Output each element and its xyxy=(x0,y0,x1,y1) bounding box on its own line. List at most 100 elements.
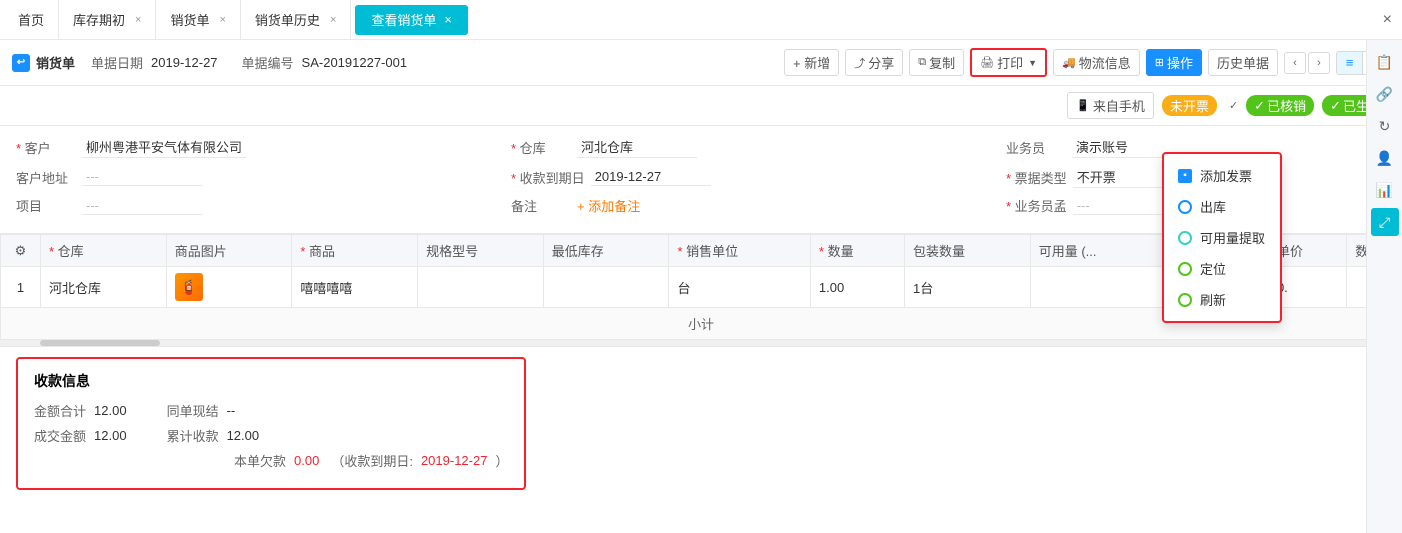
warehouse-field: 仓库 河北仓库 xyxy=(511,136,986,158)
checked-badge: ✓ 已核销 xyxy=(1246,95,1314,116)
cumulative-label: 累计收款 xyxy=(167,426,219,445)
col-product: 商品 xyxy=(292,235,418,267)
no-value: SA-20191227-001 xyxy=(302,55,408,70)
next-button[interactable]: › xyxy=(1308,52,1330,74)
doc-title-text: 销货单 xyxy=(36,53,75,72)
balance-label: 本单欠款 xyxy=(234,451,286,470)
cumulative-field: 累计收款 12.00 xyxy=(167,426,260,445)
prev-button[interactable]: ‹ xyxy=(1284,52,1306,74)
total-amount-field: 金额合计 12.00 xyxy=(34,401,127,420)
logistics-button[interactable]: 🚚 物流信息 xyxy=(1053,49,1140,76)
dropdown-locate[interactable]: 定位 xyxy=(1164,253,1280,284)
row-pkg-qty: 1台 xyxy=(905,267,1031,308)
col-warehouse: 仓库 xyxy=(41,235,167,267)
same-order-label: 同单现结 xyxy=(167,401,219,420)
same-order-value: -- xyxy=(227,403,236,418)
sidebar-copy-icon[interactable]: 📋 xyxy=(1371,48,1399,76)
ticket-type-label: 票据类型 xyxy=(1006,168,1067,187)
bottom-panel: 收款信息 金额合计 12.00 同单现结 -- 成交金额 12.00 累计收款 xyxy=(0,347,1402,500)
note-label: 备注 xyxy=(511,196,571,215)
operations-button[interactable]: ⊞ 操作 xyxy=(1146,49,1202,76)
row-min-stock xyxy=(543,267,669,308)
project-value[interactable]: --- xyxy=(82,197,202,215)
col-pkg-qty: 包装数量 xyxy=(905,235,1031,267)
receipt-row-3: 本单欠款 0.00 （收款到期日: 2019-12-27 ） xyxy=(34,451,508,470)
balance-value: 0.00 xyxy=(294,453,319,468)
project-field: 项目 --- xyxy=(16,196,491,215)
warehouse-out-icon xyxy=(1178,200,1192,214)
warehouse-value[interactable]: 河北仓库 xyxy=(577,136,697,158)
table-scrollbar[interactable] xyxy=(0,340,1402,346)
warehouse-label: 仓库 xyxy=(511,138,571,157)
tab-sales-order[interactable]: 销货单 × xyxy=(156,0,240,40)
col-settings[interactable]: ⚙ xyxy=(1,235,41,267)
toolbar-right: + 新增 ⤴ 分享 ⧉ 复制 🖨 打印 ▼ 🚚 物流信息 ⊞ 操作 xyxy=(784,48,1390,77)
add-note-btn[interactable]: + 添加备注 xyxy=(577,196,640,215)
dropdown-available-extract[interactable]: 可用量提取 xyxy=(1164,222,1280,253)
tab-sales-history[interactable]: 销货单历史 × xyxy=(241,0,351,40)
project-label: 项目 xyxy=(16,196,76,215)
customer-value[interactable]: 柳州粤港平安气体有限公司 xyxy=(82,136,246,158)
share-button[interactable]: ⤴ 分享 xyxy=(845,49,903,76)
dropdown-refresh[interactable]: 刷新 xyxy=(1164,284,1280,315)
payment-date-value[interactable]: 2019-12-27 xyxy=(591,168,711,186)
payment-date-label: 收款到期日 xyxy=(511,168,585,187)
sidebar-chart-icon[interactable]: 📊 xyxy=(1371,176,1399,204)
add-button[interactable]: + 新增 xyxy=(784,49,839,76)
same-order-field: 同单现结 -- xyxy=(167,401,236,420)
sidebar-link-icon[interactable]: 🔗 xyxy=(1371,80,1399,108)
doc-title-icon: ↩ xyxy=(12,54,30,72)
doc-title: ↩ 销货单 xyxy=(12,53,75,72)
close-tab-sales-history[interactable]: × xyxy=(330,14,336,26)
scrollbar-thumb[interactable] xyxy=(40,340,160,346)
date-value: 2019-12-27 xyxy=(151,55,218,70)
right-sidebar: 📋 🔗 ↻ 👤 📊 ⤢ xyxy=(1366,40,1402,533)
tab-inventory-init[interactable]: 库存期初 × xyxy=(59,0,156,40)
locate-icon xyxy=(1178,262,1192,276)
available-extract-icon xyxy=(1178,231,1192,245)
address-field: 客户地址 --- xyxy=(16,168,491,187)
row-warehouse: 河北仓库 xyxy=(41,267,167,308)
dropdown-add-invoice[interactable]: ▪ 添加发票 xyxy=(1164,160,1280,191)
sidebar-user-icon[interactable]: 👤 xyxy=(1371,144,1399,172)
customer-field: 客户 柳州粤港平安气体有限公司 xyxy=(16,136,491,158)
refresh-icon xyxy=(1178,293,1192,307)
print-button[interactable]: 🖨 打印 ▼ xyxy=(970,48,1047,77)
receipt-row-2: 成交金额 12.00 累计收款 12.00 xyxy=(34,426,508,445)
dropdown-warehouse-out[interactable]: 出库 xyxy=(1164,191,1280,222)
transaction-value: 12.00 xyxy=(94,428,127,443)
total-amount-label: 金额合计 xyxy=(34,401,86,420)
query-sales-btn[interactable]: 查看销货单 × xyxy=(355,5,468,35)
secondary-toolbar: 📱 来自手机 未开票 ✓ ✓ 已核销 ✓ 已生效 xyxy=(0,86,1402,126)
cumulative-value: 12.00 xyxy=(227,428,260,443)
payment-date-field: 收款到期日 2019-12-27 xyxy=(511,168,986,187)
row-product: 嘻嘻嘻嘻 xyxy=(292,267,418,308)
from-phone-btn[interactable]: 📱 来自手机 xyxy=(1067,92,1154,119)
sidebar-refresh-icon[interactable]: ↻ xyxy=(1371,112,1399,140)
col-spec: 规格型号 xyxy=(418,235,544,267)
close-tab-query[interactable]: × xyxy=(444,12,452,27)
receipt-info: 收款信息 金额合计 12.00 同单现结 -- 成交金额 12.00 累计收款 xyxy=(16,357,526,490)
main-content: ↩ 销货单 单据日期 2019-12-27 单据编号 SA-20191227-0… xyxy=(0,40,1402,533)
receipt-row-1: 金额合计 12.00 同单现结 -- xyxy=(34,401,508,420)
view-list-btn[interactable]: ≡ xyxy=(1337,52,1363,74)
sales-staff-label: 业务员孟 xyxy=(1006,196,1067,215)
add-invoice-icon: ▪ xyxy=(1178,169,1192,183)
close-all-button[interactable]: × xyxy=(1383,11,1392,29)
address-value[interactable]: --- xyxy=(82,168,202,186)
close-tab-inventory-init[interactable]: × xyxy=(135,14,141,26)
product-image: 🧯 xyxy=(175,273,203,301)
copy-button[interactable]: ⧉ 复制 xyxy=(909,49,964,76)
balance-date: 2019-12-27 xyxy=(421,453,488,468)
sidebar-expand-icon[interactable]: ⤢ xyxy=(1371,208,1399,236)
row-no: 1 xyxy=(1,267,41,308)
col-unit: 销售单位 xyxy=(669,235,810,267)
row-qty: 1.00 xyxy=(810,267,904,308)
col-image: 商品图片 xyxy=(166,235,292,267)
close-tab-sales-order[interactable]: × xyxy=(219,14,225,26)
tab-home[interactable]: 首页 xyxy=(8,0,59,40)
receipt-title: 收款信息 xyxy=(34,371,508,391)
date-label: 单据日期 xyxy=(91,53,143,72)
col-qty: 数量 xyxy=(810,235,904,267)
history-button[interactable]: 历史单据 xyxy=(1208,49,1278,76)
